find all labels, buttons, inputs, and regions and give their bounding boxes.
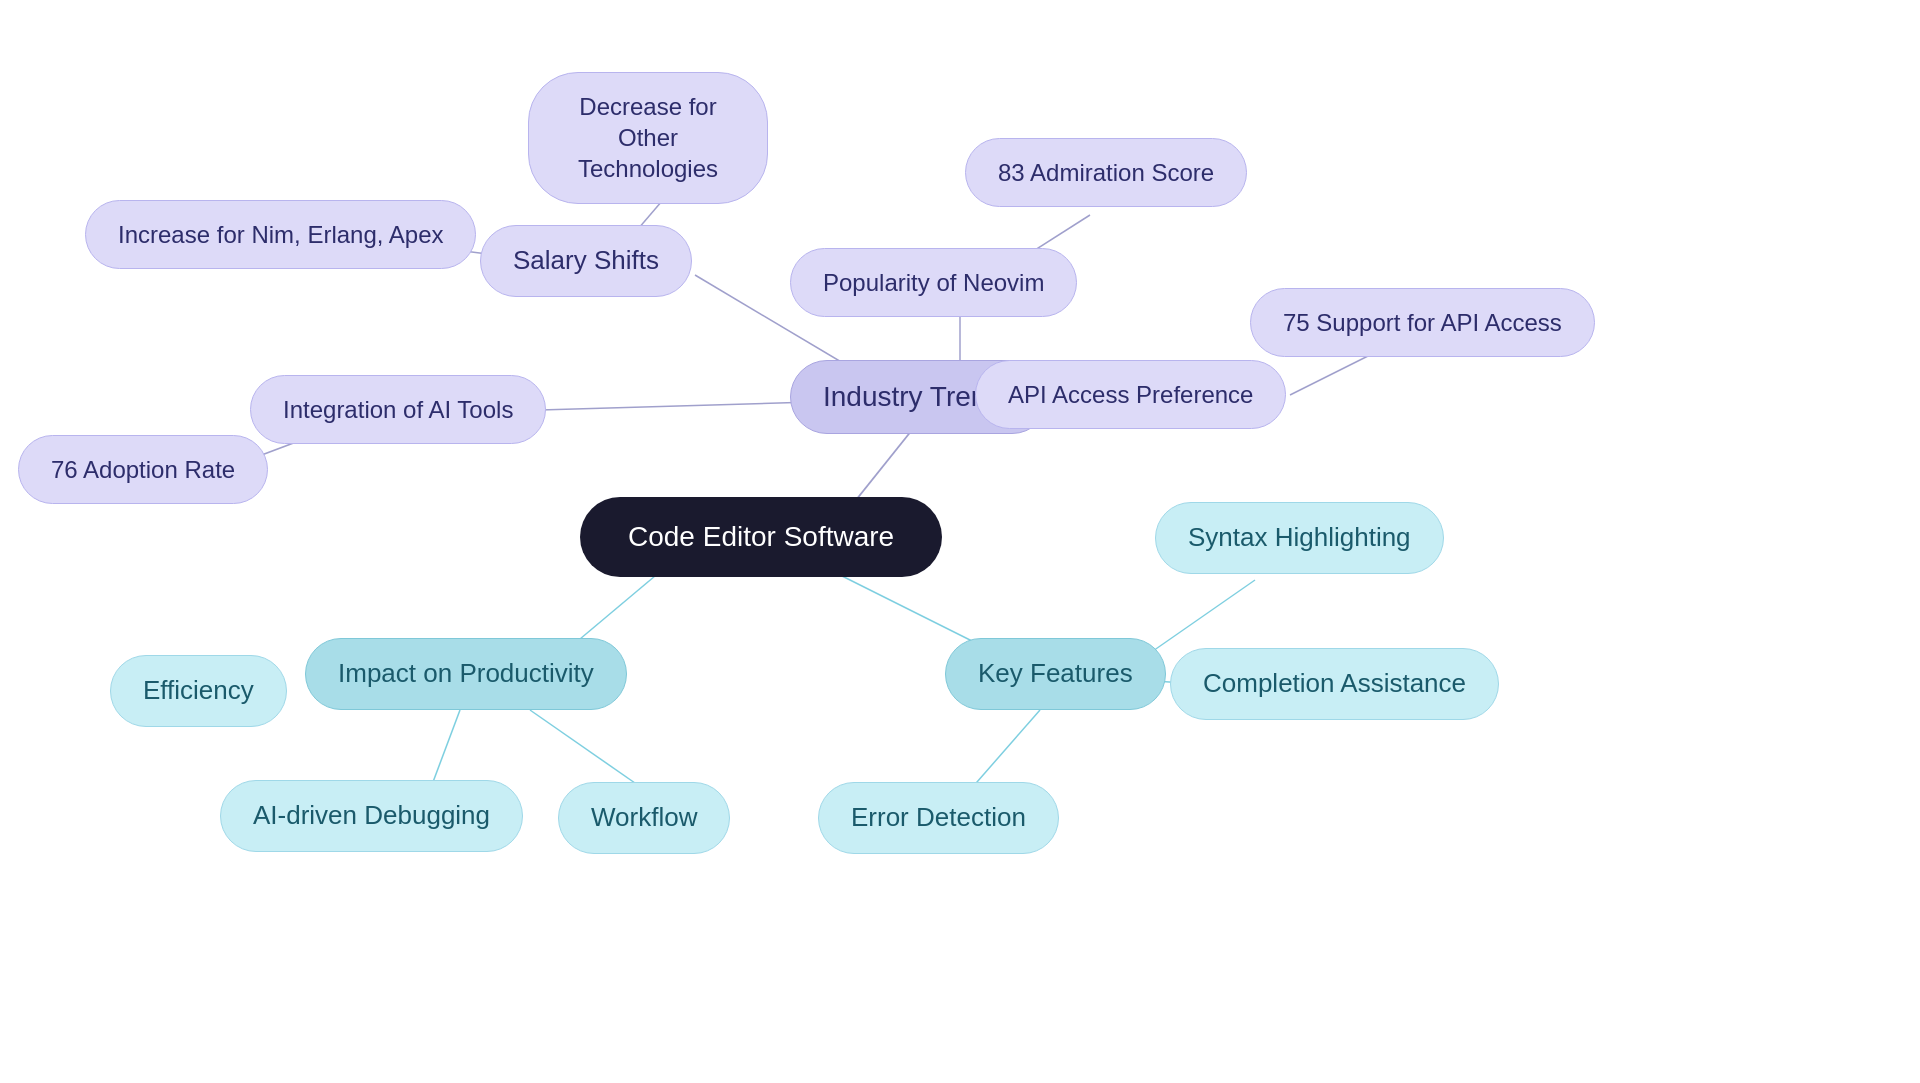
salary-shifts-node: Salary Shifts: [480, 225, 692, 297]
api-support-node: 75 Support for API Access: [1250, 288, 1595, 357]
ai-debugging-node: AI-driven Debugging: [220, 780, 523, 852]
api-access-pref-node: API Access Preference: [975, 360, 1286, 429]
admiration-score-node: 83 Admiration Score: [965, 138, 1247, 207]
error-detection-node: Error Detection: [818, 782, 1059, 854]
decrease-other-tech-node: Decrease for Other Technologies: [528, 72, 768, 204]
center-node: Code Editor Software: [580, 497, 942, 577]
mind-map-canvas: Code Editor Software Industry Trends Sal…: [0, 0, 1920, 1083]
svg-line-15: [970, 710, 1040, 790]
svg-line-12: [430, 710, 460, 790]
neovim-popularity-node: Popularity of Neovim: [790, 248, 1077, 317]
adoption-rate-node: 76 Adoption Rate: [18, 435, 268, 504]
productivity-node: Impact on Productivity: [305, 638, 627, 710]
efficiency-node: Efficiency: [110, 655, 287, 727]
key-features-node: Key Features: [945, 638, 1166, 710]
increase-nim-erlang-node: Increase for Nim, Erlang, Apex: [85, 200, 476, 269]
svg-line-13: [530, 710, 645, 790]
ai-tools-node: Integration of AI Tools: [250, 375, 546, 444]
completion-assistance-node: Completion Assistance: [1170, 648, 1499, 720]
workflow-node: Workflow: [558, 782, 730, 854]
connection-lines: [0, 0, 1920, 1083]
syntax-highlighting-node: Syntax Highlighting: [1155, 502, 1444, 574]
